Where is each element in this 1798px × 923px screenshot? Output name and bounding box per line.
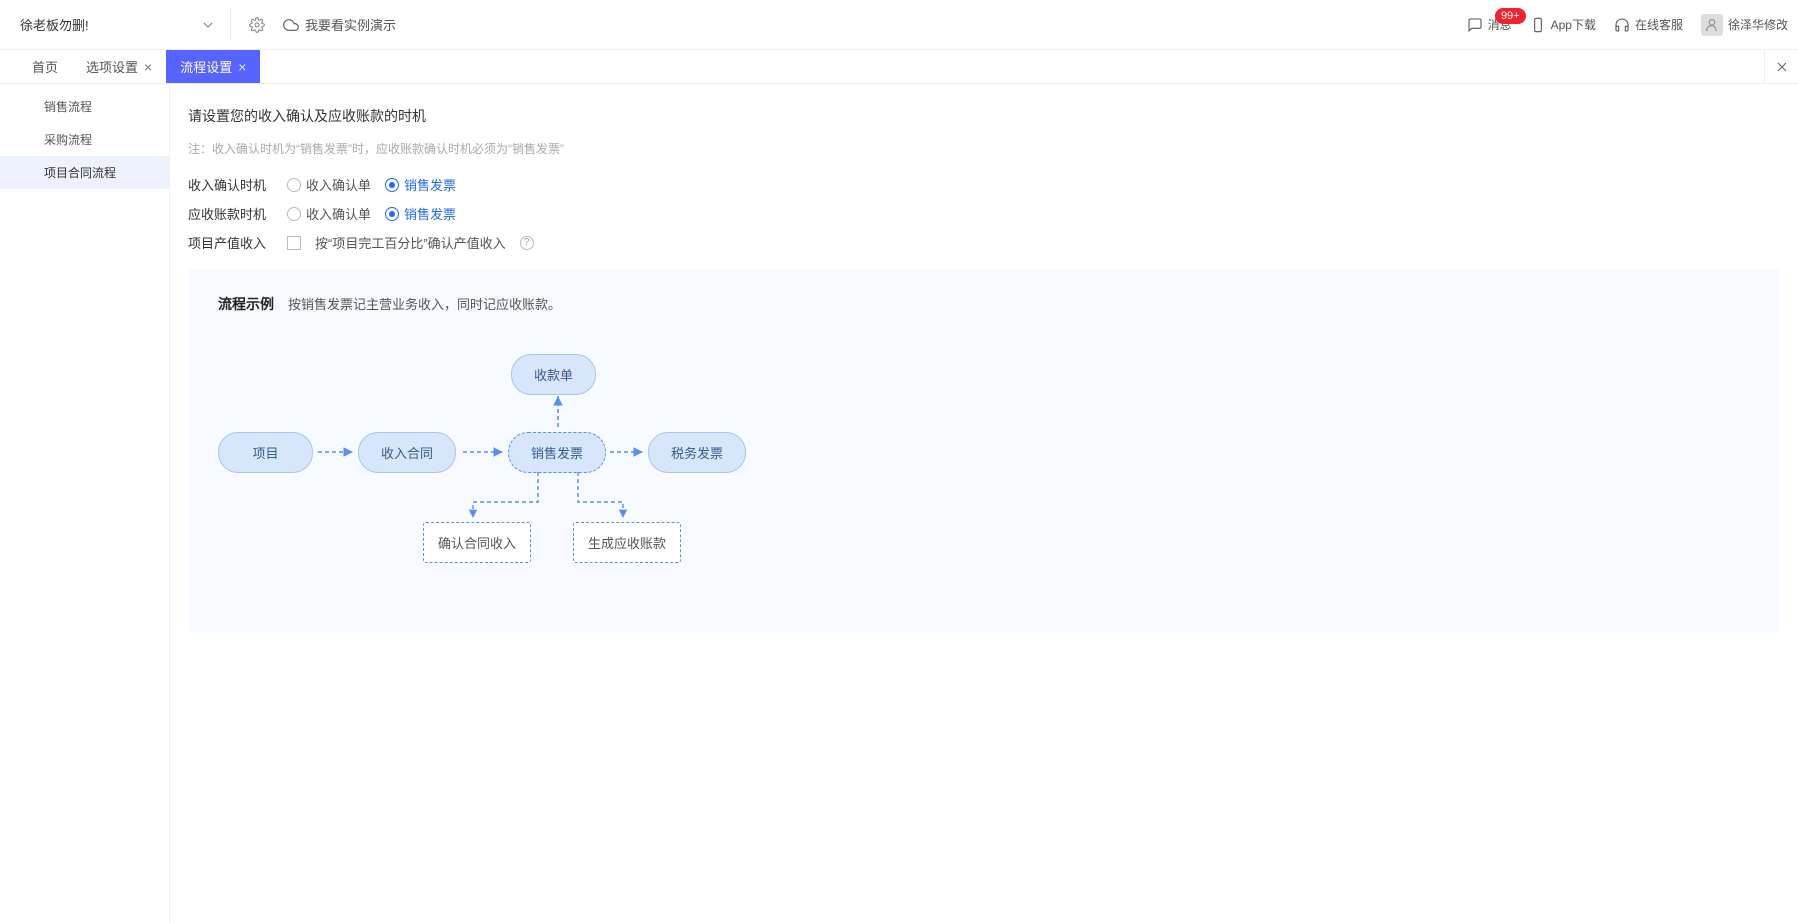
project-value-checkbox[interactable]	[287, 236, 301, 250]
project-value-row: 项目产值收入 按“项目完工百分比”确认产值收入 ?	[188, 233, 1780, 252]
org-name: 徐老板勿删!	[20, 15, 190, 34]
flow-example-box: 流程示例 按销售发票记主营业务收入，同时记应收账款。 项目 收入合同 销售发票 …	[188, 270, 1780, 632]
flow-node-receipt-slip: 收款单	[511, 354, 596, 395]
radio-label: 销售发票	[404, 175, 456, 194]
tab-option-settings-label: 选项设置	[86, 57, 138, 76]
close-all-tabs-button[interactable]	[1764, 50, 1798, 83]
topbar-right: 消息 99+ App下载 在线客服 徐泽华修改	[1467, 14, 1788, 36]
sidebar-item-purchase-flow[interactable]: 采购流程	[0, 123, 169, 156]
demo-link-label: 我要看实例演示	[305, 15, 396, 34]
demo-link[interactable]: 我要看实例演示	[283, 15, 396, 34]
revenue-timing-radio-confirm-note[interactable]: 收入确认单	[287, 175, 371, 194]
messages-badge: 99+	[1495, 8, 1526, 24]
revenue-timing-label: 收入确认时机	[188, 175, 273, 194]
revenue-timing-radio-sales-invoice[interactable]: 销售发票	[385, 175, 456, 194]
settings-button[interactable]	[249, 17, 265, 33]
tab-flow-settings-label: 流程设置	[180, 57, 232, 76]
flow-box-generate-ar: 生成应收账款	[573, 522, 681, 563]
body: 销售流程 采购流程 项目合同流程 请设置您的收入确认及应收账款的时机 注：收入确…	[0, 84, 1798, 923]
topbar-left: 徐老板勿删! 我要看实例演示	[20, 10, 396, 40]
headset-icon	[1614, 17, 1630, 33]
radio-label: 收入确认单	[306, 204, 371, 223]
tabs-row: 首页 选项设置 × 流程设置 ×	[0, 50, 1798, 84]
sidebar-item-project-contract-flow[interactable]: 项目合同流程	[0, 156, 169, 189]
cs-label: 在线客服	[1635, 16, 1683, 33]
flow-node-project: 项目	[218, 432, 313, 473]
ar-timing-row: 应收账款时机 收入确认单 销售发票	[188, 204, 1780, 223]
flow-box-confirm-income: 确认合同收入	[423, 522, 531, 563]
tab-option-settings[interactable]: 选项设置 ×	[72, 50, 166, 83]
radio-label: 销售发票	[404, 204, 456, 223]
chevron-down-icon	[200, 17, 216, 33]
sidebar-item-sales-flow[interactable]: 销售流程	[0, 90, 169, 123]
app-download-button[interactable]: App下载	[1530, 16, 1596, 33]
revenue-timing-row: 收入确认时机 收入确认单 销售发票	[188, 175, 1780, 194]
example-title: 流程示例	[218, 294, 274, 314]
tab-flow-settings[interactable]: 流程设置 ×	[166, 50, 260, 83]
username-label: 徐泽华修改	[1728, 16, 1788, 33]
project-value-label: 项目产值收入	[188, 233, 273, 252]
close-icon[interactable]: ×	[144, 60, 152, 74]
ar-timing-radio-sales-invoice[interactable]: 销售发票	[385, 204, 456, 223]
sidebar: 销售流程 采购流程 项目合同流程	[0, 84, 170, 923]
note-text: 注：收入确认时机为“销售发票”时，应收账款确认时机必须为“销售发票”	[188, 140, 1780, 157]
chat-icon	[1467, 17, 1483, 33]
flow-node-income-contract: 收入合同	[358, 432, 456, 473]
flow-node-tax-invoice: 税务发票	[648, 432, 746, 473]
radio-icon	[385, 178, 399, 192]
project-value-checkbox-label: 按“项目完工百分比”确认产值收入	[315, 233, 506, 252]
ar-timing-label: 应收账款时机	[188, 204, 273, 223]
flow-node-sales-invoice: 销售发票	[508, 432, 606, 473]
tab-home-label: 首页	[32, 57, 58, 76]
app-download-label: App下载	[1551, 16, 1596, 33]
help-icon[interactable]: ?	[520, 236, 534, 250]
main-content: 请设置您的收入确认及应收账款的时机 注：收入确认时机为“销售发票”时，应收账款确…	[170, 84, 1798, 923]
radio-icon	[287, 178, 301, 192]
avatar	[1701, 14, 1723, 36]
gear-icon	[249, 17, 265, 33]
cloud-icon	[283, 17, 299, 33]
radio-label: 收入确认单	[306, 175, 371, 194]
flow-diagram: 项目 收入合同 销售发票 税务发票 收款单 确认合同收入 生成应收账款	[218, 332, 1750, 592]
user-icon	[1704, 17, 1720, 33]
top-bar: 徐老板勿删! 我要看实例演示 消息 99+ App下载 在线客服 徐泽华修改	[0, 0, 1798, 50]
radio-icon	[287, 207, 301, 221]
messages-button[interactable]: 消息 99+	[1467, 16, 1512, 33]
ar-timing-radio-confirm-note[interactable]: 收入确认单	[287, 204, 371, 223]
tab-home[interactable]: 首页	[18, 50, 72, 83]
customer-service-button[interactable]: 在线客服	[1614, 16, 1683, 33]
close-icon	[1774, 59, 1790, 75]
example-header: 流程示例 按销售发票记主营业务收入，同时记应收账款。	[218, 294, 1750, 314]
mobile-icon	[1530, 17, 1546, 33]
example-desc: 按销售发票记主营业务收入，同时记应收账款。	[288, 294, 561, 313]
radio-icon	[385, 207, 399, 221]
page-title: 请设置您的收入确认及应收账款的时机	[188, 106, 1780, 126]
user-menu[interactable]: 徐泽华修改	[1701, 14, 1788, 36]
org-switcher[interactable]: 徐老板勿删!	[20, 10, 231, 40]
close-icon[interactable]: ×	[238, 60, 246, 74]
